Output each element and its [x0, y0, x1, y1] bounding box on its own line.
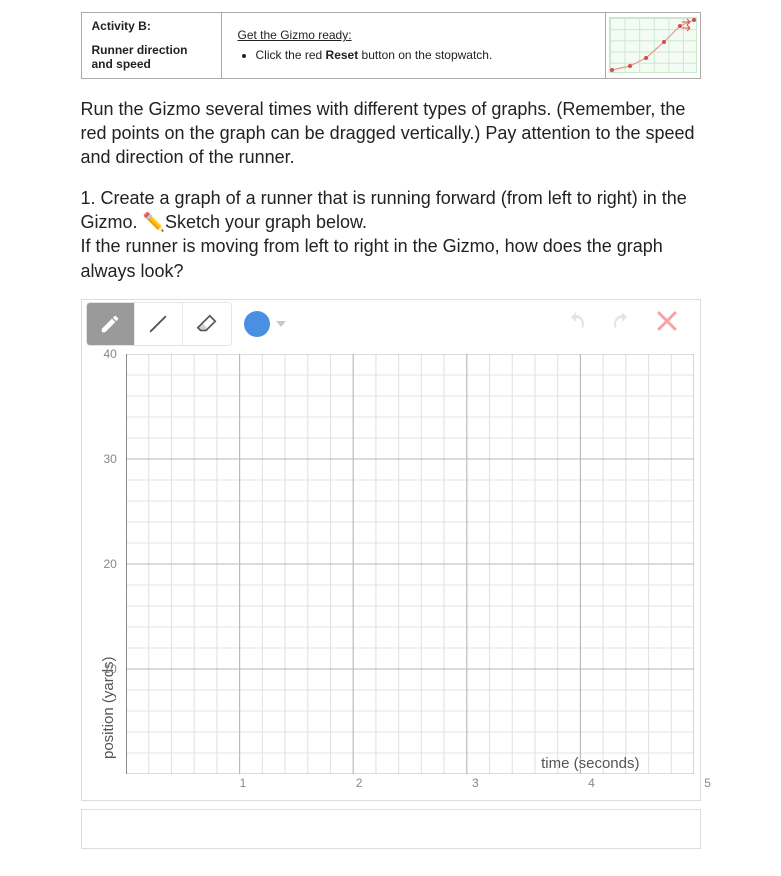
eraser-icon	[196, 313, 218, 335]
activity-label: Activity B:	[92, 19, 151, 33]
line-icon	[147, 313, 169, 335]
close-icon	[656, 310, 678, 332]
xtick-3: 3	[472, 776, 479, 790]
intro-paragraph: Run the Gizmo several times with differe…	[81, 97, 701, 170]
toolbar-right-group	[564, 310, 678, 337]
xtick-4: 4	[588, 776, 595, 790]
ytick-10: 10	[104, 662, 117, 676]
sketch-canvas-panel: position (yards)	[81, 299, 701, 801]
thumbnail-cell	[605, 13, 700, 78]
activity-header: Activity B: Runner direction and speed G…	[81, 12, 701, 79]
clear-button[interactable]	[656, 310, 678, 337]
ytick-30: 30	[104, 452, 117, 466]
pencil-icon	[99, 313, 121, 335]
gizmo-ready-item: Click the red Reset button on the stopwa…	[256, 48, 595, 62]
answer-box[interactable]	[81, 809, 701, 849]
undo-icon	[564, 311, 588, 331]
y-axis-label: position (yards)	[100, 356, 117, 800]
tool-group	[86, 302, 232, 346]
eraser-tool-button[interactable]	[183, 303, 231, 345]
gizmo-ready-cell: Get the Gizmo ready: Click the red Reset…	[222, 13, 605, 78]
undo-button[interactable]	[564, 311, 588, 336]
grid-svg	[126, 354, 694, 774]
question-1: 1. Create a graph of a runner that is ru…	[81, 186, 701, 283]
pencil-tool-button[interactable]	[87, 303, 135, 345]
color-dropdown-caret[interactable]	[276, 321, 286, 327]
xtick-2: 2	[356, 776, 363, 790]
xtick-5: 5	[704, 776, 711, 790]
pencil-icon: ✏️	[143, 210, 165, 234]
gizmo-ready-title: Get the Gizmo ready:	[238, 28, 595, 42]
redo-icon	[610, 311, 634, 331]
xtick-1: 1	[240, 776, 247, 790]
activity-subtitle: Runner direction and speed	[92, 43, 211, 72]
ytick-20: 20	[104, 557, 117, 571]
instructions-block: Run the Gizmo several times with differe…	[81, 97, 701, 283]
line-tool-button[interactable]	[135, 303, 183, 345]
plot-area[interactable]: position (yards)	[82, 348, 700, 800]
mini-graph-thumbnail	[609, 17, 697, 73]
gizmo-ready-list: Click the red Reset button on the stopwa…	[256, 48, 595, 62]
color-swatch-button[interactable]	[244, 311, 270, 337]
x-axis-label: time (seconds)	[541, 755, 639, 772]
ytick-40: 40	[104, 347, 117, 361]
drawing-toolbar	[82, 300, 700, 348]
redo-button[interactable]	[610, 311, 634, 336]
activity-title-cell: Activity B: Runner direction and speed	[82, 13, 222, 78]
